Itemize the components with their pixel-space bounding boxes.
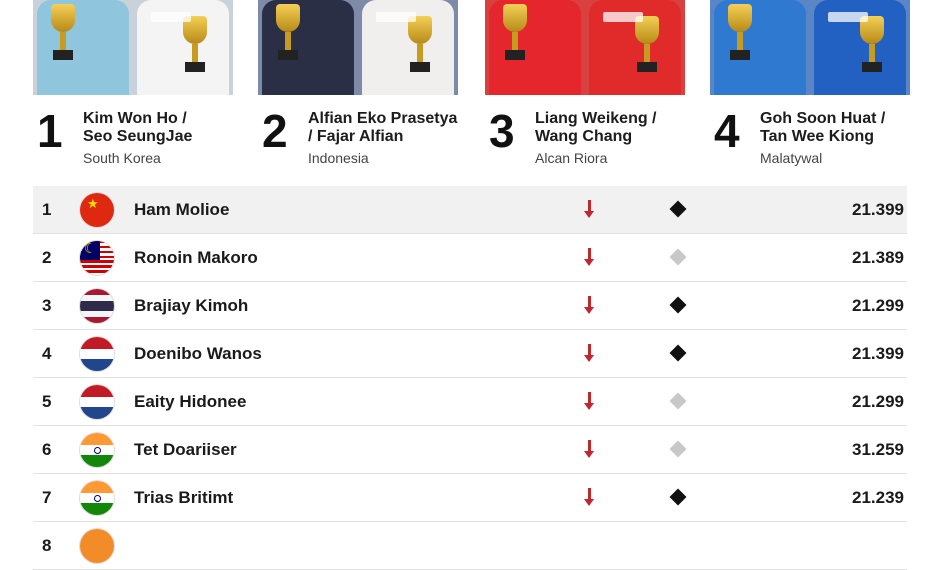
- arrow-down-icon: [582, 437, 598, 461]
- podium-country: Indonesia: [308, 150, 369, 166]
- row-position: 5: [42, 392, 52, 411]
- podium-rank: 3: [489, 105, 515, 157]
- trophy-icon: [503, 4, 527, 66]
- row-position: 6: [42, 440, 52, 459]
- player-name: Goh Soon Huat /: [760, 110, 886, 127]
- table-row[interactable]: 6 Tet Doariiser 31.259: [33, 426, 907, 474]
- arrow-down-icon: [582, 245, 598, 269]
- table-row[interactable]: 1 ★ Ham Molioe 21.399: [33, 186, 907, 234]
- trophy-icon: [51, 4, 75, 66]
- diamond-icon: [669, 344, 687, 362]
- rankings-table: 1 ★ Ham Molioe 21.399 2 ☾ Ronoin Makoro 21.389 3…: [33, 186, 907, 570]
- podium-team-names: Alfian Eko Prasetya / Fajar Alfian: [308, 110, 478, 146]
- player-name: Ham Molioe: [134, 200, 230, 219]
- netherlands-flag-icon: [79, 384, 115, 420]
- player-name: Alfian Eko Prasetya: [308, 110, 458, 127]
- diamond-icon: [669, 296, 687, 314]
- row-position: 1: [42, 200, 52, 219]
- player-name: Doenibo Wanos: [134, 344, 262, 363]
- row-position: 8: [42, 536, 52, 555]
- diamond-icon: [669, 488, 687, 506]
- arrow-down-icon: [582, 485, 598, 509]
- player-name: Seo SeungJae: [83, 128, 193, 145]
- thailand-flag-icon: [79, 288, 115, 324]
- diamond-icon: [669, 392, 687, 410]
- diamond-icon: [669, 248, 687, 266]
- podium-country: Alcan Riora: [535, 150, 608, 166]
- trophy-icon: [183, 16, 207, 78]
- row-score: 21.399: [852, 344, 904, 363]
- podium: 1 Kim Won Ho / Seo SeungJae South Korea 2 Alf…: [0, 0, 940, 180]
- table-row[interactable]: 5 Eaity Hidonee 21.299: [33, 378, 907, 426]
- player-name: Trias Britimt: [134, 488, 234, 507]
- trophy-icon: [728, 4, 752, 66]
- netherlands-flag-icon: [79, 336, 115, 372]
- player-name: Tet Doariiser: [134, 440, 237, 459]
- table-row[interactable]: 8: [33, 522, 907, 570]
- sponsor-logo: [603, 12, 643, 22]
- player-name: Liang Weikeng /: [535, 110, 657, 127]
- podium-country: Malatywal: [760, 150, 823, 166]
- player-name: Tan Wee Kiong: [760, 128, 875, 145]
- player-name: Wang Chang: [535, 128, 633, 145]
- row-position: 3: [42, 296, 52, 315]
- table-row[interactable]: 7 Trias Britimt 21.239: [33, 474, 907, 522]
- player-name: Eaity Hidonee: [134, 392, 247, 411]
- table-row[interactable]: 3 Brajiay Kimoh 21.299: [33, 282, 907, 330]
- india-flag-icon: [79, 480, 115, 516]
- trophy-icon: [408, 16, 432, 78]
- arrow-down-icon: [582, 341, 598, 365]
- orange-flag-icon: [79, 528, 115, 564]
- row-position: 4: [42, 344, 52, 363]
- podium-photo: [33, 0, 233, 95]
- row-score: 21.399: [852, 200, 904, 219]
- row-position: 7: [42, 488, 52, 507]
- podium-team-names: Kim Won Ho / Seo SeungJae: [83, 110, 253, 146]
- trophy-icon: [276, 4, 300, 66]
- podium-rank: 2: [262, 105, 288, 157]
- diamond-icon: [669, 200, 687, 218]
- row-score: 31.259: [852, 440, 904, 459]
- diamond-icon: [669, 440, 687, 458]
- row-position: 2: [42, 248, 52, 267]
- podium-team-names: Liang Weikeng / Wang Chang: [535, 110, 705, 146]
- row-score: 21.239: [852, 488, 904, 507]
- podium-rank: 4: [714, 105, 740, 157]
- sponsor-logo: [376, 12, 416, 22]
- podium-rank: 1: [37, 105, 63, 157]
- table-row[interactable]: 4 Doenibo Wanos 21.399: [33, 330, 907, 378]
- arrow-down-icon: [582, 197, 598, 221]
- arrow-down-icon: [582, 293, 598, 317]
- table-row[interactable]: 2 ☾ Ronoin Makoro 21.389: [33, 234, 907, 282]
- malaysia-flag-icon: ☾: [79, 240, 115, 276]
- podium-photo: [258, 0, 458, 95]
- trophy-icon: [635, 16, 659, 78]
- player-name: Kim Won Ho /: [83, 110, 187, 127]
- india-flag-icon: [79, 432, 115, 468]
- row-score: 21.389: [852, 248, 904, 267]
- podium-photo: [485, 0, 685, 95]
- arrow-down-icon: [582, 389, 598, 413]
- podium-country: South Korea: [83, 150, 161, 166]
- player-name: Ronoin Makoro: [134, 248, 258, 267]
- row-score: 21.299: [852, 392, 904, 411]
- podium-team-names: Goh Soon Huat / Tan Wee Kiong: [760, 110, 930, 146]
- podium-photo: [710, 0, 910, 95]
- trophy-icon: [860, 16, 884, 78]
- player-name: Brajiay Kimoh: [134, 296, 249, 315]
- china-flag-icon: ★: [79, 192, 115, 228]
- player-name: / Fajar Alfian: [308, 128, 404, 145]
- sponsor-logo: [828, 12, 868, 22]
- row-score: 21.299: [852, 296, 904, 315]
- sponsor-logo: [151, 12, 191, 22]
